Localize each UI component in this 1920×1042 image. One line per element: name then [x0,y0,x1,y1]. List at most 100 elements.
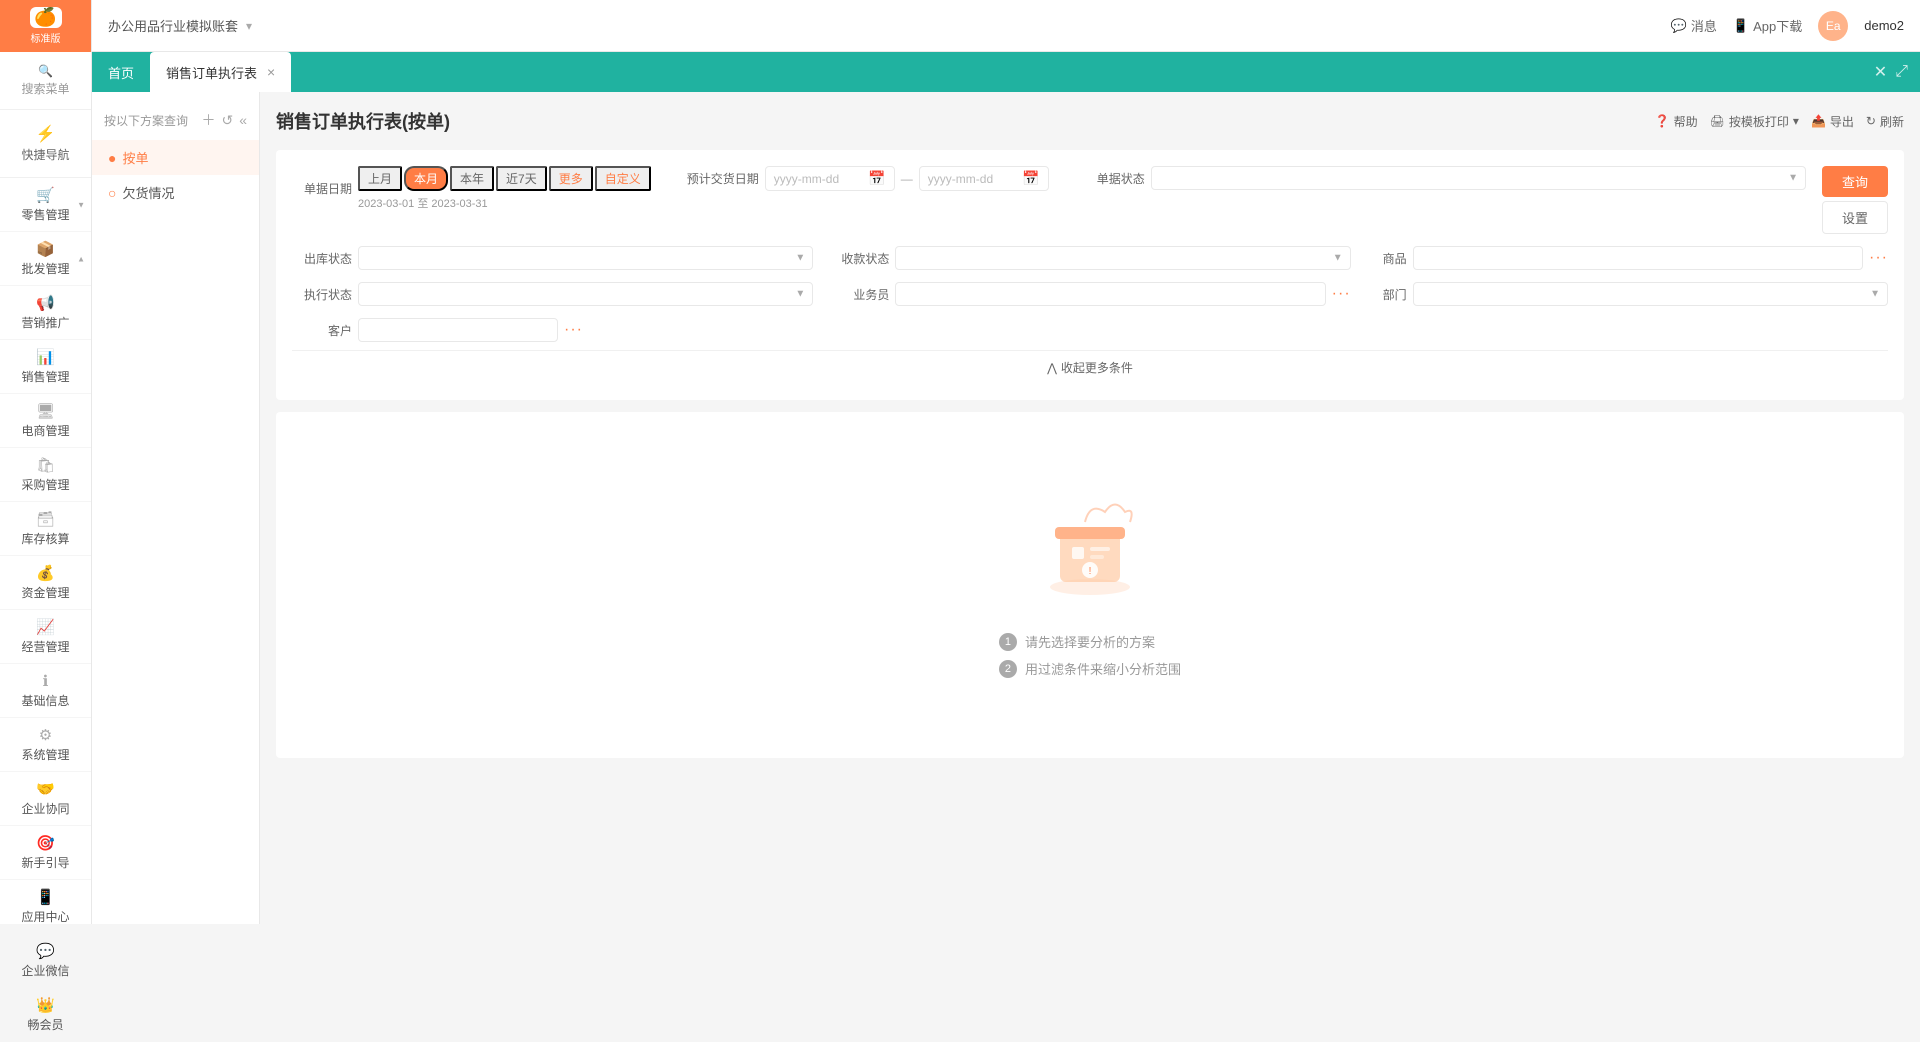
doc-status-label: 单据状态 [1085,170,1145,187]
sidebar-item-retail[interactable]: 🛒 零售管理 [0,178,91,232]
tab-maximize-button[interactable]: ⤢ [1895,63,1908,81]
panel-item-shortage[interactable]: ○ 欠货情况 [92,175,259,210]
salesperson-more-button[interactable]: ··· [1332,285,1351,303]
customer-input[interactable] [358,318,558,342]
exec-status-label: 执行状态 [292,286,352,303]
filter-actions: 查询 设置 [1822,166,1888,234]
sidebar-item-ecommerce[interactable]: 🖥 电商管理 [0,394,91,448]
date-separator: — [901,172,913,186]
doc-status-select-wrapper [1151,166,1806,190]
tabbar-actions: ✕ ⤢ [1862,62,1920,82]
sidebar-item-member[interactable]: 👑 畅会员 [0,988,91,1042]
out-status-select[interactable] [358,246,813,270]
username-label: demo2 [1864,18,1904,33]
tab-close-window-button[interactable]: ✕ [1874,62,1887,82]
exec-status-select[interactable] [358,282,813,306]
date-tab-7days[interactable]: 近7天 [496,166,547,191]
refresh-button[interactable]: ↻ 刷新 [1866,113,1904,130]
search-menu-button[interactable]: 🔍 搜索菜单 [21,60,69,101]
tip-text-2: 用过滤条件来缩小分析范围 [1025,659,1181,678]
sidebar-item-quick-nav[interactable]: ⚡ 快捷导航 [0,116,91,171]
empty-state: ! 1 请先选择要分析的方案 2 用过滤条件来缩小分析范围 [276,412,1904,758]
tabbar: 首页 销售订单执行表 × ✕ ⤢ [92,52,1920,92]
content-area: 按以下方案查询 ＋ ↺ « ● 按单 ○ 欠货情况 销售订单执行表(按单) [92,92,1920,924]
sidebar-item-wechat[interactable]: 💬 企业微信 [0,934,91,988]
export-button[interactable]: 📤 导出 [1811,113,1854,130]
salesperson-input[interactable] [895,282,1325,306]
message-icon: 💬 [1671,18,1687,34]
help-icon: ❓ [1655,114,1670,128]
sidebar-item-marketing[interactable]: 📢 营销推广 [0,286,91,340]
date-tab-custom[interactable]: 自定义 [595,166,651,191]
sidebar-item-purchase[interactable]: 🛍 采购管理 [0,448,91,502]
sidebar-search-section: 🔍 搜索菜单 [0,52,91,110]
calendar-icon-start: 📅 [868,170,885,187]
app-download-button[interactable]: 📱 App下载 [1733,16,1802,35]
collapse-bar[interactable]: ⋀ 收起更多条件 [292,350,1888,384]
collapse-label: 收起更多条件 [1061,359,1133,376]
goods-more-button[interactable]: ··· [1869,249,1888,267]
panel-collapse-button[interactable]: « [239,110,247,130]
exec-status-filter: 执行状态 [292,282,813,306]
main-content: 销售订单执行表(按单) ❓ 帮助 🖨 按模板打印 ▾ 📤 导出 [260,92,1920,924]
sidebar-item-basic-info[interactable]: ℹ 基础信息 [0,664,91,718]
salesperson-filter: 业务员 ··· [829,282,1350,306]
topbar-left: 办公用品行业模拟账套 ▾ [108,16,252,35]
sidebar-item-system[interactable]: ⚙ 系统管理 [0,718,91,772]
message-button[interactable]: 💬 消息 [1671,16,1717,35]
customer-label: 客户 [292,322,352,339]
user-avatar[interactable]: Ea [1818,11,1848,41]
tab-sales-order[interactable]: 销售订单执行表 × [150,52,291,92]
date-tab-more[interactable]: 更多 [549,166,593,191]
template-print-button[interactable]: 🖨 按模板打印 ▾ [1710,113,1799,130]
ecommerce-icon: 🖥 [36,402,55,420]
sidebar-item-sales[interactable]: 📊 销售管理 [0,340,91,394]
expected-date-filter: 预计交货日期 yyyy-mm-dd 📅 — yyyy-mm-dd 📅 [687,166,1049,191]
app-center-icon: 📱 [36,888,55,906]
empty-tips: 1 请先选择要分析的方案 2 用过滤条件来缩小分析范围 [999,632,1181,678]
help-button[interactable]: ❓ 帮助 [1655,113,1698,130]
sidebar-item-finance[interactable]: 💰 资金管理 [0,556,91,610]
collection-status-select[interactable] [895,246,1350,270]
sidebar-item-inventory[interactable]: 🗃 库存核算 [0,502,91,556]
sidebar-item-wholesale[interactable]: 📦 批发管理 [0,232,91,286]
panel-add-button[interactable]: ＋ [201,110,215,130]
goods-input[interactable] [1413,246,1863,270]
sidebar-item-beginner[interactable]: 🎯 新手引导 [0,826,91,880]
panel-item-by-order[interactable]: ● 按单 [92,140,259,175]
goods-label: 商品 [1367,250,1407,267]
doc-status-select[interactable] [1151,166,1806,190]
customer-more-button[interactable]: ··· [564,321,583,339]
finance-icon: 💰 [36,564,55,582]
salesperson-label: 业务员 [829,286,889,303]
sidebar-item-enterprise-collab[interactable]: 🤝 企业协同 [0,772,91,826]
wholesale-icon: 📦 [36,240,55,258]
sidebar-menu-section: 🛒 零售管理 📦 批发管理 📢 营销推广 📊 销售管理 🖥 电商管理 🛍 采购管… [0,178,91,1042]
settings-button[interactable]: 设置 [1822,201,1888,234]
expected-date-start[interactable]: yyyy-mm-dd 📅 [765,166,895,191]
topbar: 办公用品行业模拟账套 ▾ 💬 消息 📱 App下载 Ea demo2 [92,0,1920,52]
tab-home[interactable]: 首页 [92,52,150,92]
topbar-dropdown-icon[interactable]: ▾ [246,19,252,33]
expected-date-end[interactable]: yyyy-mm-dd 📅 [919,166,1049,191]
page-title-actions: ❓ 帮助 🖨 按模板打印 ▾ 📤 导出 ↻ 刷新 [1655,113,1904,130]
collab-icon: 🤝 [36,780,55,798]
date-tab-this-month[interactable]: 本月 [404,166,448,191]
panel-refresh-button[interactable]: ↺ [221,110,233,130]
sidebar-item-app-center[interactable]: 📱 应用中心 [0,880,91,934]
query-button[interactable]: 查询 [1822,166,1888,197]
out-status-filter: 出库状态 [292,246,813,270]
date-tab-this-year[interactable]: 本年 [450,166,494,191]
dept-label: 部门 [1367,286,1407,303]
doc-date-filter: 单据日期 上月 本月 本年 近7天 更多 自定义 2023-03-01 至 20… [292,166,651,211]
collection-status-filter: 收款状态 [829,246,1350,270]
tab-close-button[interactable]: × [267,64,275,80]
collapse-icon: ⋀ [1047,361,1057,375]
logo-icon: 🍊 [30,7,62,28]
dept-select[interactable] [1413,282,1888,306]
system-icon: ⚙ [39,726,52,744]
filter-row-2: 出库状态 收款状态 [292,246,1888,270]
date-tab-last-month[interactable]: 上月 [358,166,402,191]
sidebar-item-operations[interactable]: 📈 经营管理 [0,610,91,664]
quick-nav-section: ⚡ 快捷导航 [0,110,91,178]
